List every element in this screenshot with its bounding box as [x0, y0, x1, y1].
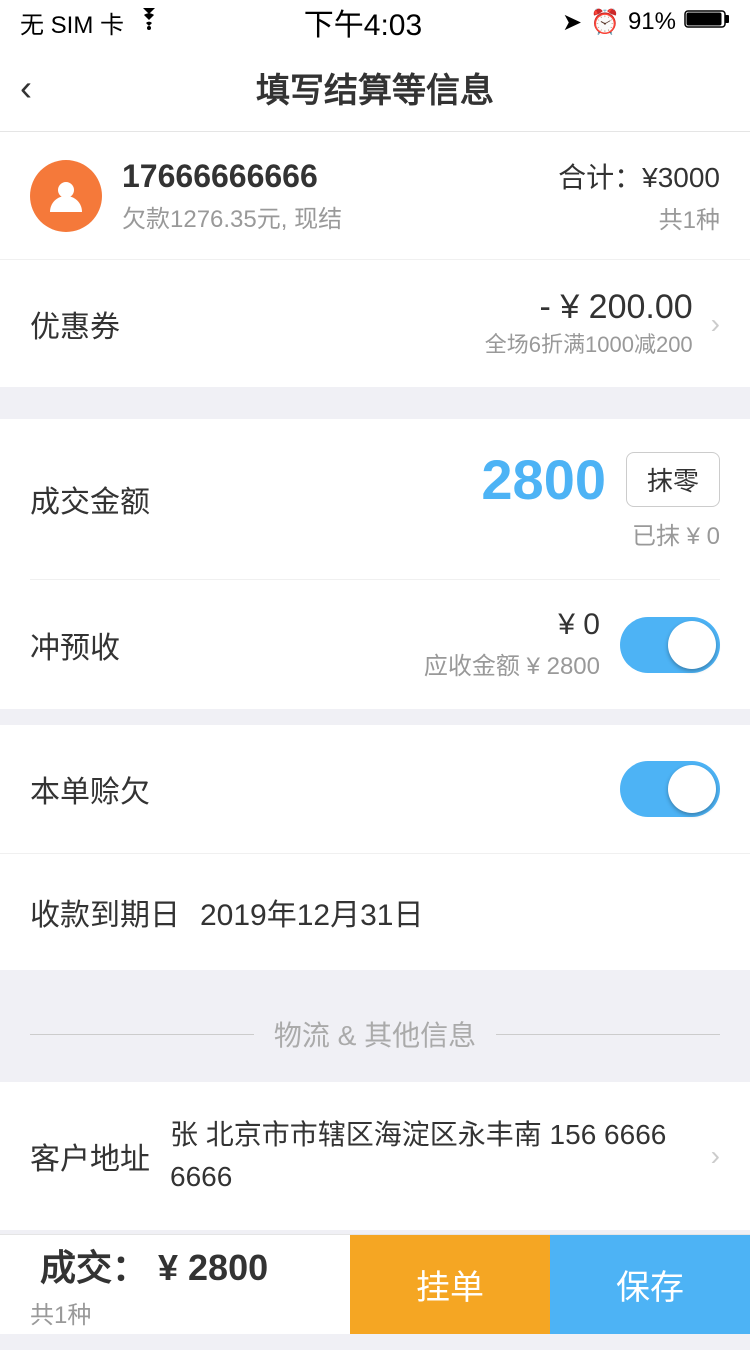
divider-2 — [0, 709, 750, 725]
footer: 成交：¥ 2800 共1种 挂单 保存 — [0, 1234, 750, 1334]
duedate-row: 收款到期日 2019年12月31日 — [30, 854, 720, 970]
prepay-value-block: ¥ 0 应收金额 ¥ 2800 — [424, 608, 600, 681]
pending-button[interactable]: 挂单 — [350, 1235, 550, 1334]
sim-signal: 无 SIM 卡 — [20, 5, 124, 40]
sep-line-right — [496, 1034, 720, 1035]
duedate-label: 收款到期日 — [30, 890, 180, 934]
save-button[interactable]: 保存 — [550, 1235, 750, 1334]
address-value: 张 北京市市辖区海淀区永丰南 156 6666 6666 — [170, 1114, 703, 1198]
footer-deal-amount: ¥ 2800 — [158, 1247, 268, 1288]
round-button[interactable]: 抹零 — [626, 452, 720, 507]
deal-section: 成交金额 2800 抹零 已抹 ¥ 0 冲预收 ¥ 0 应收金额 ¥ 2800 — [0, 419, 750, 709]
address-section: 客户地址 张 北京市市辖区海淀区永丰南 156 6666 6666 › — [0, 1082, 750, 1230]
prepay-sub: 应收金额 ¥ 2800 — [424, 646, 600, 681]
footer-count: 共1种 — [30, 1295, 320, 1330]
deal-row: 成交金额 2800 抹零 已抹 ¥ 0 — [30, 419, 720, 580]
coupon-label: 优惠券 — [30, 302, 120, 346]
page-title: 填写结算等信息 — [256, 63, 494, 112]
deal-value-wrapper: 2800 抹零 已抹 ¥ 0 — [481, 447, 720, 551]
prepay-right: ¥ 0 应收金额 ¥ 2800 — [424, 608, 720, 681]
address-label: 客户地址 — [30, 1134, 150, 1178]
divider-3 — [0, 970, 750, 986]
customer-debt: 欠款1276.35元, 现结 — [122, 199, 342, 234]
prepay-amount: ¥ 0 — [424, 608, 600, 642]
wifi-icon — [134, 8, 164, 37]
customer-section: 17666666666 欠款1276.35元, 现结 合计：¥3000 共1种 … — [0, 132, 750, 387]
logistics-label: 物流 & 其他信息 — [274, 1014, 476, 1054]
location-icon: ➤ — [562, 8, 582, 37]
coupon-right: - ¥ 200.00 全场6折满1000减200 › — [485, 288, 720, 359]
divider-1 — [0, 403, 750, 419]
coupon-row[interactable]: 优惠券 - ¥ 200.00 全场6折满1000减200 › — [0, 259, 750, 387]
deal-label: 成交金额 — [30, 477, 150, 521]
total-amount: 合计：¥3000 — [558, 156, 720, 196]
footer-info: 成交：¥ 2800 共1种 — [0, 1235, 350, 1334]
footer-deal: 成交：¥ 2800 — [30, 1239, 320, 1291]
prepay-toggle[interactable] — [620, 617, 720, 673]
avatar — [30, 160, 102, 232]
prepay-label: 冲预收 — [30, 623, 120, 667]
total-count: 共1种 — [558, 200, 720, 235]
deal-sub: 已抹 ¥ 0 — [632, 516, 720, 551]
customer-left: 17666666666 欠款1276.35元, 现结 — [30, 158, 342, 234]
customer-right: 合计：¥3000 共1种 — [558, 156, 720, 235]
status-right: ➤ ⏰ 91% — [562, 8, 730, 37]
coupon-amount: - ¥ 200.00 — [485, 288, 693, 327]
logistics-separator: 物流 & 其他信息 — [0, 986, 750, 1082]
footer-deal-label: 成交： — [40, 1247, 148, 1288]
deal-amount-row: 2800 抹零 — [481, 447, 720, 512]
address-row[interactable]: 客户地址 张 北京市市辖区海淀区永丰南 156 6666 6666 › — [30, 1082, 720, 1230]
customer-phone: 17666666666 — [122, 158, 342, 195]
duedate-value: 2019年12月31日 — [200, 890, 423, 934]
back-button[interactable]: ‹ — [20, 67, 32, 109]
coupon-chevron: › — [711, 308, 720, 340]
customer-row: 17666666666 欠款1276.35元, 现结 合计：¥3000 共1种 — [0, 132, 750, 259]
credit-section: 本单赊欠 — [0, 725, 750, 853]
status-left: 无 SIM 卡 — [20, 5, 164, 40]
nav-bar: ‹ 填写结算等信息 — [0, 44, 750, 132]
duedate-section: 收款到期日 2019年12月31日 — [0, 853, 750, 970]
battery-icon — [684, 8, 730, 37]
prepay-row: 冲预收 ¥ 0 应收金额 ¥ 2800 — [30, 580, 720, 709]
status-time: 下午4:03 — [304, 0, 422, 44]
deal-amount: 2800 — [481, 447, 606, 512]
sep-line-left — [30, 1034, 254, 1035]
status-bar: 无 SIM 卡 下午4:03 ➤ ⏰ 91% — [0, 0, 750, 44]
credit-row: 本单赊欠 — [30, 725, 720, 853]
address-chevron: › — [711, 1140, 720, 1172]
alarm-icon: ⏰ — [590, 8, 620, 37]
coupon-desc: 全场6折满1000减200 — [485, 327, 693, 359]
credit-toggle[interactable] — [620, 761, 720, 817]
battery-percent: 91% — [628, 8, 676, 36]
customer-info: 17666666666 欠款1276.35元, 现结 — [122, 158, 342, 234]
credit-label: 本单赊欠 — [30, 767, 150, 811]
